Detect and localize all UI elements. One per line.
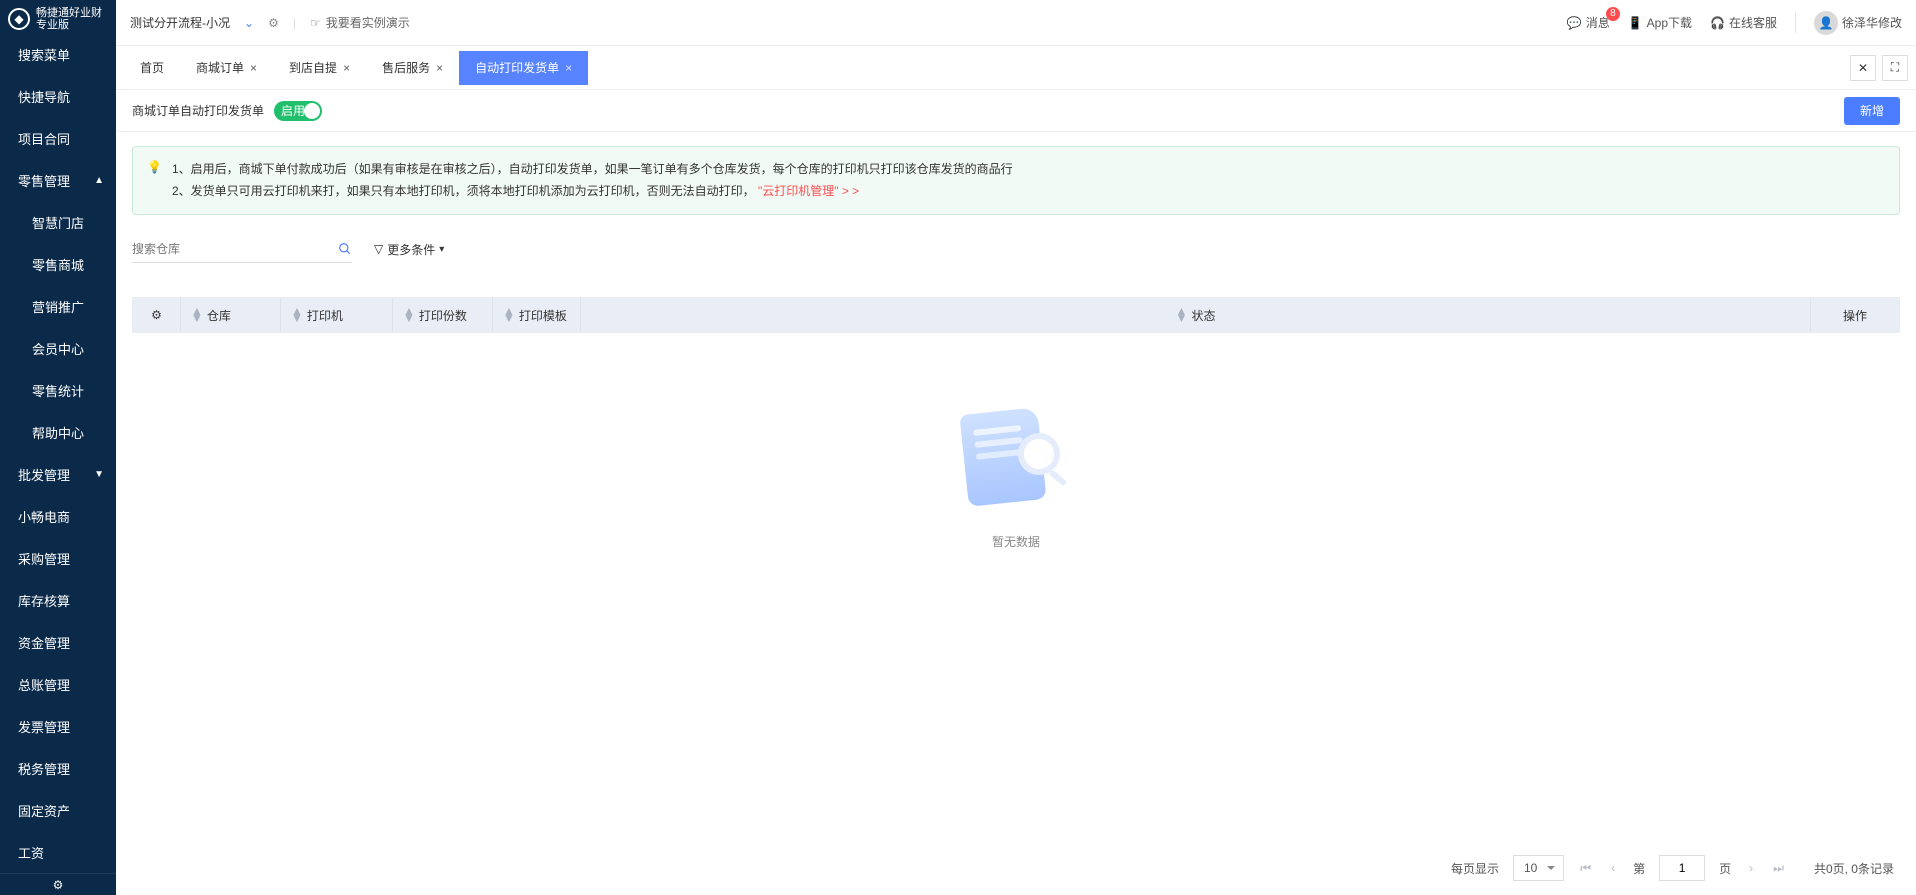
sidebar-item-10[interactable]: 批发管理▼ — [0, 453, 116, 495]
search-icon[interactable] — [338, 242, 352, 256]
tab-3[interactable]: 售后服务× — [366, 51, 459, 85]
close-icon[interactable]: × — [343, 61, 350, 75]
sidebar-item-3[interactable]: 零售管理▲ — [0, 159, 116, 201]
page-last[interactable]: ⏭ — [1769, 861, 1788, 876]
sidebar-item-1[interactable]: 快捷导航 — [0, 75, 116, 117]
info-line-2: 2、发货单只可用云打印机来打，如果只有本地打印机，须将本地打印机添加为云打印机，… — [172, 181, 1013, 203]
sidebar-item-14[interactable]: 资金管理 — [0, 621, 116, 663]
col-actions: 操作 — [1811, 298, 1899, 332]
user-menu[interactable]: 👤 徐泽华修改 — [1814, 11, 1902, 35]
phone-icon: 📱 — [1628, 16, 1643, 30]
lightbulb-icon: 💡 — [147, 160, 162, 202]
sidebar: ◆ 畅捷通好业财 专业版 搜索菜单快捷导航项目合同零售管理▲智慧门店零售商城营销… — [0, 0, 116, 895]
sidebar-item-17[interactable]: 税务管理 — [0, 747, 116, 789]
col-warehouse[interactable]: ▲▼仓库 — [181, 298, 281, 332]
sidebar-item-4[interactable]: 智慧门店 — [0, 201, 116, 243]
sidebar-item-16[interactable]: 发票管理 — [0, 705, 116, 747]
caret-icon: ▼ — [94, 469, 104, 480]
chevron-down-icon: ▾ — [439, 244, 444, 255]
data-table: ⚙ ▲▼仓库 ▲▼打印机 ▲▼打印份数 ▲▼打印模板 ▲▼状态 操作 — [132, 297, 1900, 333]
col-printer[interactable]: ▲▼打印机 — [281, 298, 393, 332]
brand-logo: ◆ 畅捷通好业财 专业版 — [0, 0, 116, 33]
tabs: 首页商城订单×到店自提×售后服务×自动打印发货单× ✕ ⛶ — [116, 46, 1916, 90]
tab-1[interactable]: 商城订单× — [180, 51, 273, 85]
message-badge: 8 — [1606, 7, 1620, 21]
column-settings[interactable]: ⚙ — [133, 298, 181, 332]
gear-icon: ⚙ — [53, 878, 64, 892]
chat-icon: 💬 — [1567, 16, 1582, 30]
filter-icon: ▽ — [374, 242, 383, 256]
sidebar-item-9[interactable]: 帮助中心 — [0, 411, 116, 453]
info-line-1: 1、启用后，商城下单付款成功后（如果有审核是在审核之后），自动打印发货单，如果一… — [172, 159, 1013, 181]
col-status[interactable]: ▲▼状态 — [581, 298, 1811, 332]
sidebar-item-11[interactable]: 小畅电商 — [0, 495, 116, 537]
avatar-icon: 👤 — [1814, 11, 1838, 35]
gear-icon: ⚙ — [151, 308, 162, 322]
app-download-button[interactable]: 📱 App下载 — [1628, 14, 1692, 31]
caret-icon: ▲ — [94, 175, 104, 186]
brand-logo-icon: ◆ — [8, 8, 30, 30]
page-total: 共0页, 0条记录 — [1814, 860, 1894, 877]
support-button[interactable]: 🎧 在线客服 — [1710, 14, 1777, 31]
tab-4[interactable]: 自动打印发货单× — [459, 51, 588, 85]
subbar: 商城订单自动打印发货单 启用 新增 — [116, 90, 1916, 132]
topbar: 测试分开流程-小况 ⌄ ⚙ | ☞ 我要看实例演示 💬 消息 8 📱 App下载 — [116, 0, 1916, 46]
close-icon[interactable]: × — [436, 61, 443, 75]
sidebar-item-12[interactable]: 采购管理 — [0, 537, 116, 579]
brand-title: 畅捷通好业财 — [36, 7, 102, 19]
sidebar-settings[interactable]: ⚙ — [0, 873, 116, 895]
sidebar-item-8[interactable]: 零售统计 — [0, 369, 116, 411]
gear-icon[interactable]: ⚙ — [268, 16, 279, 30]
chevron-down-icon[interactable]: ⌄ — [244, 16, 254, 30]
sidebar-item-6[interactable]: 营销推广 — [0, 285, 116, 327]
close-icon[interactable]: × — [565, 61, 572, 75]
warehouse-search[interactable] — [132, 235, 352, 263]
page-input[interactable] — [1659, 855, 1705, 881]
col-copies[interactable]: ▲▼打印份数 — [393, 298, 493, 332]
empty-state: 暂无数据 — [132, 333, 1900, 600]
tab-2[interactable]: 到店自提× — [273, 51, 366, 85]
messages-button[interactable]: 💬 消息 8 — [1567, 14, 1610, 31]
close-icon[interactable]: × — [250, 61, 257, 75]
sidebar-item-7[interactable]: 会员中心 — [0, 327, 116, 369]
tab-close-button[interactable]: ✕ — [1850, 55, 1876, 81]
page-first[interactable]: ⏮ — [1576, 861, 1595, 876]
page-prev[interactable]: ‹ — [1607, 861, 1619, 875]
fullscreen-button[interactable]: ⛶ — [1882, 55, 1908, 81]
hand-icon: ☞ — [310, 16, 321, 30]
empty-text: 暂无数据 — [992, 533, 1040, 550]
page-size-select[interactable]: 10 — [1513, 855, 1564, 881]
demo-link[interactable]: ☞ 我要看实例演示 — [310, 14, 410, 31]
empty-illustration-icon — [946, 403, 1086, 513]
sidebar-item-15[interactable]: 总账管理 — [0, 663, 116, 705]
sidebar-item-13[interactable]: 库存核算 — [0, 579, 116, 621]
tab-0[interactable]: 首页 — [124, 51, 180, 85]
sidebar-item-5[interactable]: 零售商城 — [0, 243, 116, 285]
sidebar-item-0[interactable]: 搜索菜单 — [0, 33, 116, 75]
sidebar-item-19[interactable]: 工资 — [0, 831, 116, 873]
page-title: 商城订单自动打印发货单 — [132, 102, 264, 119]
col-template[interactable]: ▲▼打印模板 — [493, 298, 581, 332]
headset-icon: 🎧 — [1710, 16, 1725, 30]
sidebar-item-18[interactable]: 固定资产 — [0, 789, 116, 831]
pagination: 每页显示 10 ⏮ ‹ 第 页 › ⏭ 共0页, 0条记录 — [132, 839, 1900, 881]
search-input[interactable] — [132, 242, 332, 256]
more-filters[interactable]: ▽ 更多条件 ▾ — [374, 241, 444, 258]
page-next[interactable]: › — [1745, 861, 1757, 875]
add-button[interactable]: 新增 — [1844, 97, 1900, 125]
brand-subtitle: 专业版 — [36, 19, 102, 31]
enable-toggle[interactable]: 启用 — [274, 101, 322, 121]
cloud-printer-link[interactable]: "云打印机管理" > > — [758, 184, 859, 198]
info-panel: 💡 1、启用后，商城下单付款成功后（如果有审核是在审核之后），自动打印发货单，如… — [132, 146, 1900, 215]
breadcrumb[interactable]: 测试分开流程-小况 — [130, 14, 230, 31]
sidebar-item-2[interactable]: 项目合同 — [0, 117, 116, 159]
